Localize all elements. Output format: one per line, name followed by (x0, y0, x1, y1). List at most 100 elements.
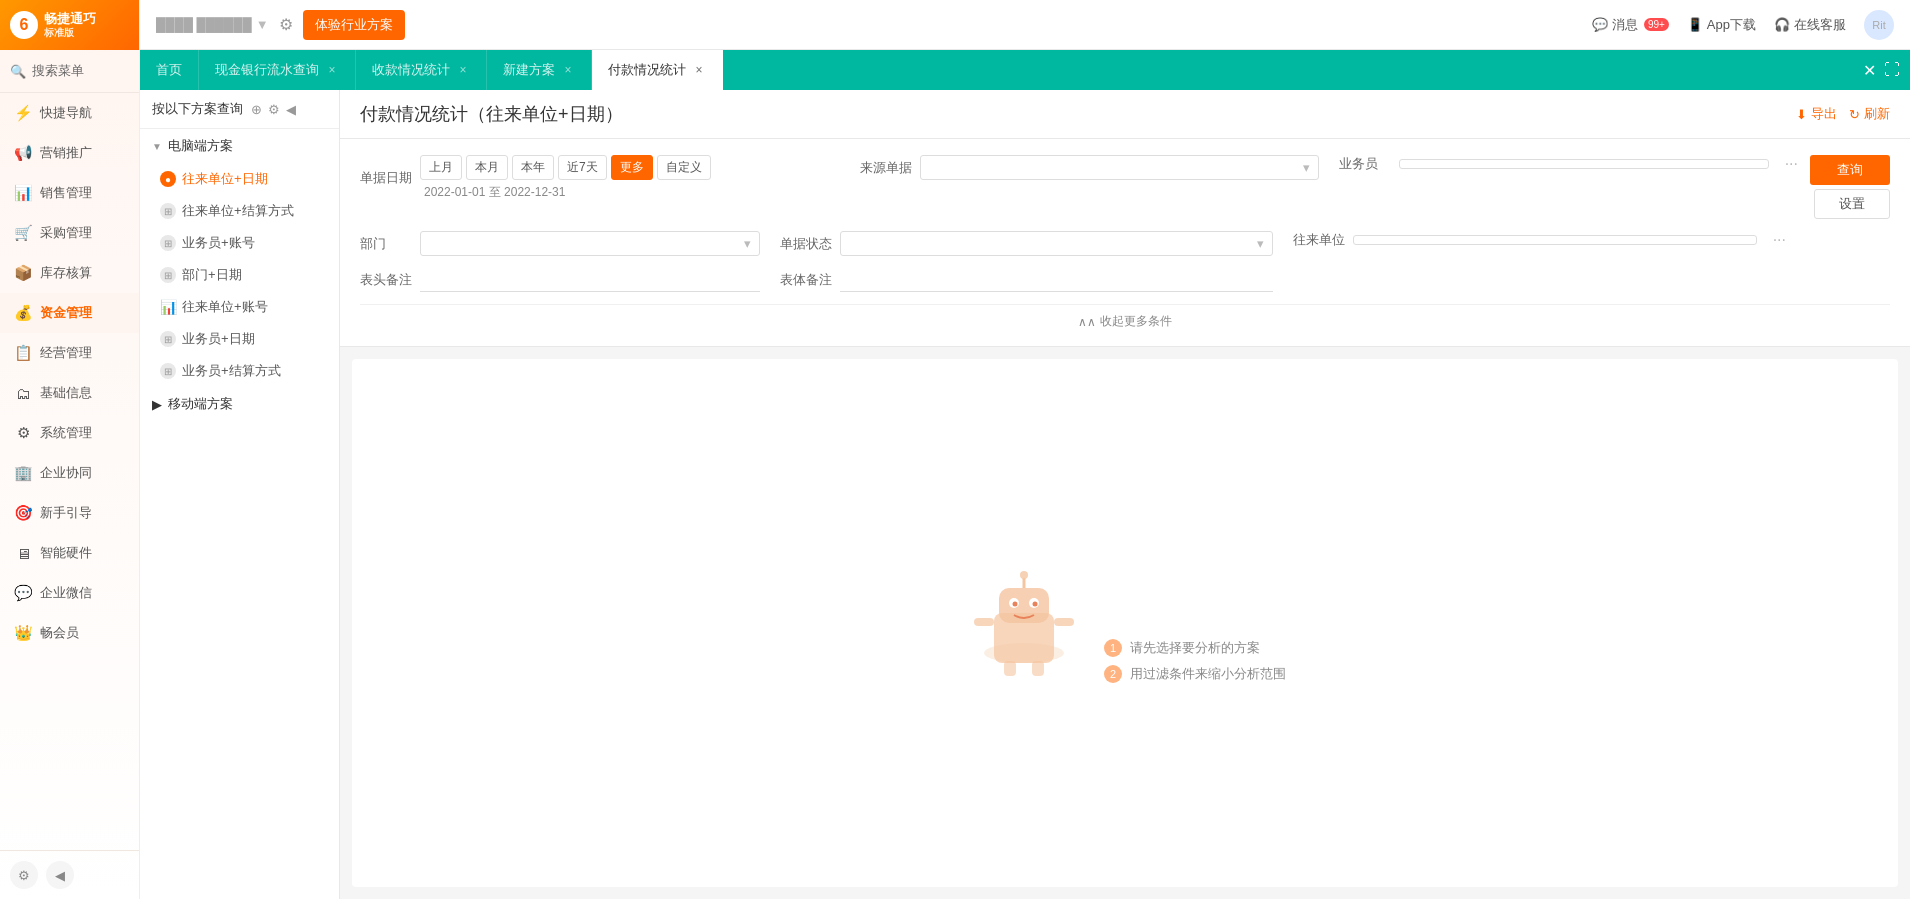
sidebar-item-member[interactable]: 👑 畅会员 (0, 613, 139, 653)
tab-new-scheme-label: 新建方案 (503, 61, 555, 79)
tab-bank-flow[interactable]: 现金银行流水查询 × (199, 50, 356, 90)
query-btn[interactable]: 查询 (1810, 155, 1890, 185)
sidebar-item-operation[interactable]: 📋 经营管理 (0, 333, 139, 373)
source-label: 来源单据 (860, 159, 912, 177)
status-select[interactable]: ▾ (840, 231, 1273, 256)
source-select[interactable]: ▾ (920, 155, 1319, 180)
status-label: 单据状态 (780, 235, 832, 253)
page-title: 付款情况统计（往来单位+日期） (360, 102, 623, 126)
sidebar-item-inventory[interactable]: 📦 库存核算 (0, 253, 139, 293)
sidebar-item-hardware[interactable]: 🖥 智能硬件 (0, 533, 139, 573)
scheme-item-dept-date[interactable]: ⊞ 部门+日期 (148, 259, 339, 291)
dept-select[interactable]: ▾ (420, 231, 760, 256)
export-btn[interactable]: ⬇ 导出 (1796, 105, 1837, 123)
date-custom-btn[interactable]: 自定义 (657, 155, 711, 180)
messages-label: 消息 (1612, 16, 1638, 34)
online-service-label: 在线客服 (1794, 16, 1846, 34)
sidebar-item-sales[interactable]: 📊 销售管理 (0, 173, 139, 213)
tab-bank-flow-close[interactable]: × (325, 63, 339, 77)
tab-payment-stats[interactable]: 付款情况统计 × (592, 50, 723, 90)
add-scheme-btn[interactable]: ⊕ (251, 102, 262, 117)
scheme-items-list: ● 往来单位+日期 ⊞ 往来单位+结算方式 ⊞ 业务员+账号 ⊞ 部门+日期 📊 (140, 163, 339, 387)
sidebar-item-guide[interactable]: 🎯 新手引导 (0, 493, 139, 533)
tab-receipt-stats[interactable]: 收款情况统计 × (356, 50, 487, 90)
staff-select[interactable] (1399, 159, 1769, 169)
messages-btn[interactable]: 💬 消息 99+ (1592, 16, 1669, 34)
date-label: 单据日期 (360, 169, 412, 187)
refresh-btn[interactable]: ↻ 刷新 (1849, 105, 1890, 123)
scheme-item-staff-account[interactable]: ⊞ 业务员+账号 (148, 227, 339, 259)
empty-state: 1 请先选择要分析的方案 2 用过滤条件来缩小分析范围 (352, 359, 1898, 887)
user-avatar[interactable]: Rit (1864, 10, 1894, 40)
sidebar-item-quick-nav[interactable]: ⚡ 快捷导航 (0, 93, 139, 133)
refresh-label: 刷新 (1864, 105, 1890, 123)
scheme-label-dept-date: 部门+日期 (182, 266, 242, 284)
sidebar-label-marketing: 营销推广 (40, 144, 92, 162)
tab-new-scheme[interactable]: 新建方案 × (487, 50, 592, 90)
sidebar-item-capital[interactable]: 💰 资金管理 (0, 293, 139, 333)
tab-receipt-stats-close[interactable]: × (456, 63, 470, 77)
partner-more-btn[interactable]: ··· (1773, 231, 1786, 249)
date-7days[interactable]: 近7天 (558, 155, 607, 180)
body-note-input[interactable] (840, 268, 1273, 292)
header-note-input[interactable] (420, 268, 760, 292)
scheme-item-staff-payment[interactable]: ⊞ 业务员+结算方式 (148, 355, 339, 387)
company-dropdown-icon: ▼ (256, 17, 269, 32)
phone-icon: 📱 (1687, 17, 1703, 32)
sidebar-item-purchase[interactable]: 🛒 采购管理 (0, 213, 139, 253)
date-range-display: 2022-01-01 至 2022-12-31 (424, 184, 565, 201)
date-this-month[interactable]: 本月 (466, 155, 508, 180)
online-service-btn[interactable]: 🎧 在线客服 (1774, 16, 1846, 34)
close-all-tabs-btn[interactable]: ✕ (1863, 61, 1876, 80)
main-container: ████ ██████ ▼ ⚙ 体验行业方案 💬 消息 99+ 📱 App下载 … (140, 0, 1910, 899)
tab-new-scheme-close[interactable]: × (561, 63, 575, 77)
sidebar-logo: 6 畅捷通巧 标准版 (0, 0, 139, 50)
date-buttons: 上月 本月 本年 近7天 更多 自定义 2022-01-01 至 2022-12… (420, 155, 840, 201)
sidebar-item-marketing[interactable]: 📢 营销推广 (0, 133, 139, 173)
mobile-schemes-category[interactable]: ▶ 移动端方案 (140, 387, 339, 421)
logo-sub: 标准版 (44, 27, 96, 39)
collapse-sidebar-btn[interactable]: ◀ (46, 861, 74, 889)
tab-payment-stats-close[interactable]: × (692, 63, 706, 77)
search-menu-btn[interactable]: 🔍 搜索菜单 (10, 58, 129, 84)
app-download-btn[interactable]: 📱 App下载 (1687, 16, 1756, 34)
maximize-btn[interactable]: ⛶ (1884, 61, 1900, 79)
date-this-year[interactable]: 本年 (512, 155, 554, 180)
partner-select[interactable] (1353, 235, 1757, 245)
scheme-item-partner-date[interactable]: ● 往来单位+日期 (148, 163, 339, 195)
settings-bottom-btn[interactable]: ⚙ (10, 861, 38, 889)
pc-schemes-category[interactable]: ▼ 电脑端方案 (140, 129, 339, 163)
svg-rect-11 (1004, 661, 1016, 676)
sidebar-item-enterprise[interactable]: 🏢 企业协同 (0, 453, 139, 493)
collapse-up-icon: ∧∧ (1078, 315, 1096, 329)
sidebar-label-operation: 经营管理 (40, 344, 92, 362)
staff-label: 业务员 (1339, 155, 1391, 173)
company-selector[interactable]: ████ ██████ ▼ (156, 17, 269, 32)
collapse-scheme-btn[interactable]: ◀ (286, 102, 296, 117)
member-icon: 👑 (14, 624, 32, 642)
staff-more-btn[interactable]: ··· (1785, 155, 1798, 173)
scheme-item-partner-account[interactable]: 📊 往来单位+账号 (148, 291, 339, 323)
pc-category-label: 电脑端方案 (168, 137, 233, 155)
sidebar-item-wechat[interactable]: 💬 企业微信 (0, 573, 139, 613)
export-label: 导出 (1811, 105, 1837, 123)
logo-icon: 6 (10, 11, 38, 39)
settings-icon[interactable]: ⚙ (279, 15, 293, 34)
scheme-icon-partner-payment: ⊞ (160, 203, 176, 219)
wechat-icon: 💬 (14, 584, 32, 602)
scheme-item-partner-payment[interactable]: ⊞ 往来单位+结算方式 (148, 195, 339, 227)
date-last-month[interactable]: 上月 (420, 155, 462, 180)
mobile-category-label: 移动端方案 (168, 395, 233, 413)
sidebar-search-area[interactable]: 🔍 搜索菜单 (0, 50, 139, 93)
set-btn[interactable]: 设置 (1814, 189, 1890, 219)
sidebar-item-basic[interactable]: 🗂 基础信息 (0, 373, 139, 413)
settings-scheme-btn[interactable]: ⚙ (268, 102, 280, 117)
search-menu-label: 搜索菜单 (32, 62, 84, 80)
tab-home[interactable]: 首页 (140, 50, 199, 90)
sidebar-item-system[interactable]: ⚙ 系统管理 (0, 413, 139, 453)
date-more-btn[interactable]: 更多 (611, 155, 653, 180)
page-header: 付款情况统计（往来单位+日期） ⬇ 导出 ↻ 刷新 (340, 90, 1910, 139)
filter-collapse-btn[interactable]: ∧∧ 收起更多条件 (360, 304, 1890, 338)
scheme-item-staff-date[interactable]: ⊞ 业务员+日期 (148, 323, 339, 355)
industry-btn[interactable]: 体验行业方案 (303, 10, 405, 40)
